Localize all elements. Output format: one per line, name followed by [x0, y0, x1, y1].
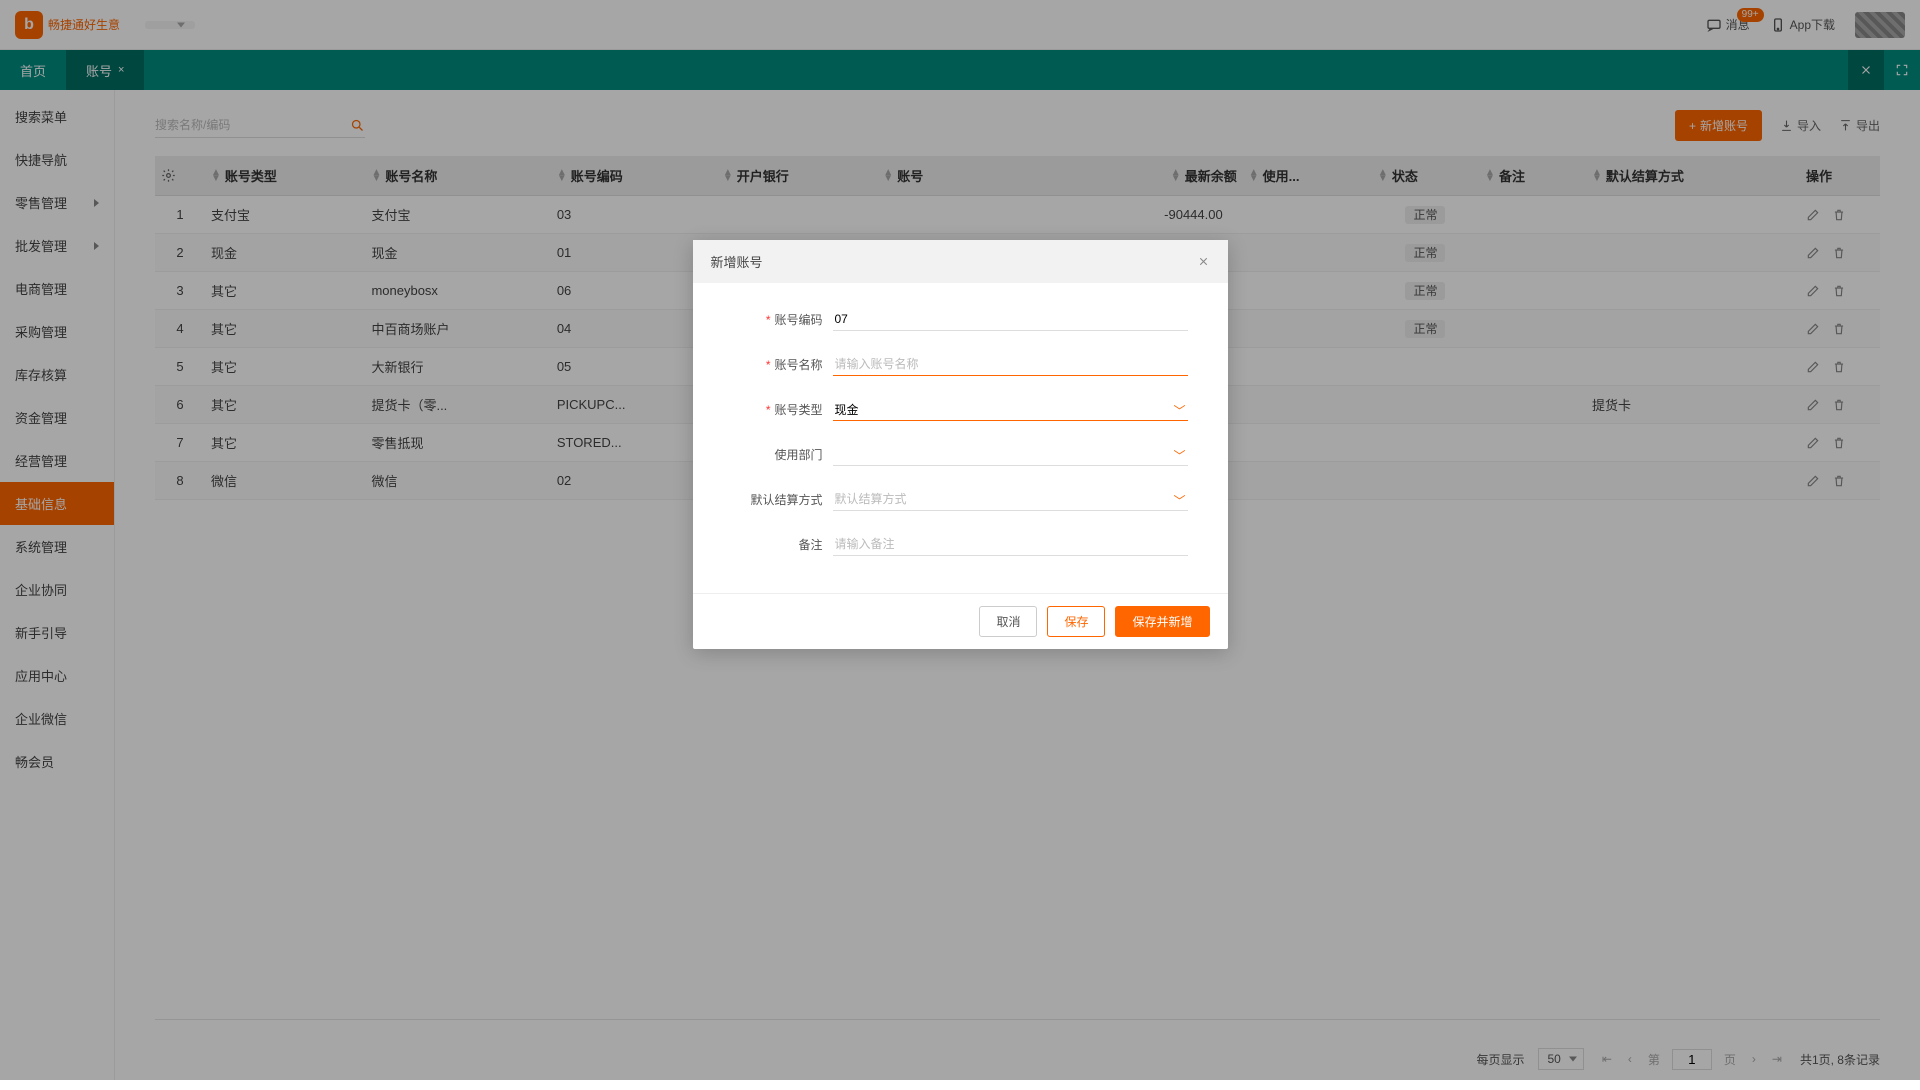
- dept-label: 使用部门: [733, 446, 833, 463]
- modal-close-button[interactable]: [1197, 255, 1210, 268]
- remark-label: 备注: [733, 536, 833, 553]
- code-label: 账号编码: [733, 311, 833, 328]
- settle-select[interactable]: [833, 488, 1188, 511]
- modal-body: 账号编码 账号名称 账号类型 ﹀ 使用部门 ﹀: [693, 283, 1228, 593]
- save-and-new-button[interactable]: 保存并新增: [1115, 606, 1209, 637]
- add-account-modal: 新增账号 账号编码 账号名称 账号类型 ﹀ 使用部门: [693, 240, 1228, 649]
- save-button[interactable]: 保存: [1047, 606, 1105, 637]
- modal-overlay: 新增账号 账号编码 账号名称 账号类型 ﹀ 使用部门: [0, 0, 1920, 1080]
- code-input[interactable]: [833, 308, 1188, 331]
- type-label: 账号类型: [733, 401, 833, 418]
- modal-title: 新增账号: [711, 252, 763, 271]
- name-input[interactable]: [833, 353, 1188, 376]
- modal-footer: 取消 保存 保存并新增: [693, 593, 1228, 649]
- modal-header: 新增账号: [693, 240, 1228, 283]
- dept-select[interactable]: [833, 443, 1188, 466]
- name-label: 账号名称: [733, 356, 833, 373]
- remark-input[interactable]: [833, 533, 1188, 556]
- settle-label: 默认结算方式: [733, 491, 833, 508]
- type-select[interactable]: [833, 398, 1188, 421]
- cancel-button[interactable]: 取消: [979, 606, 1037, 637]
- close-icon: [1197, 255, 1210, 268]
